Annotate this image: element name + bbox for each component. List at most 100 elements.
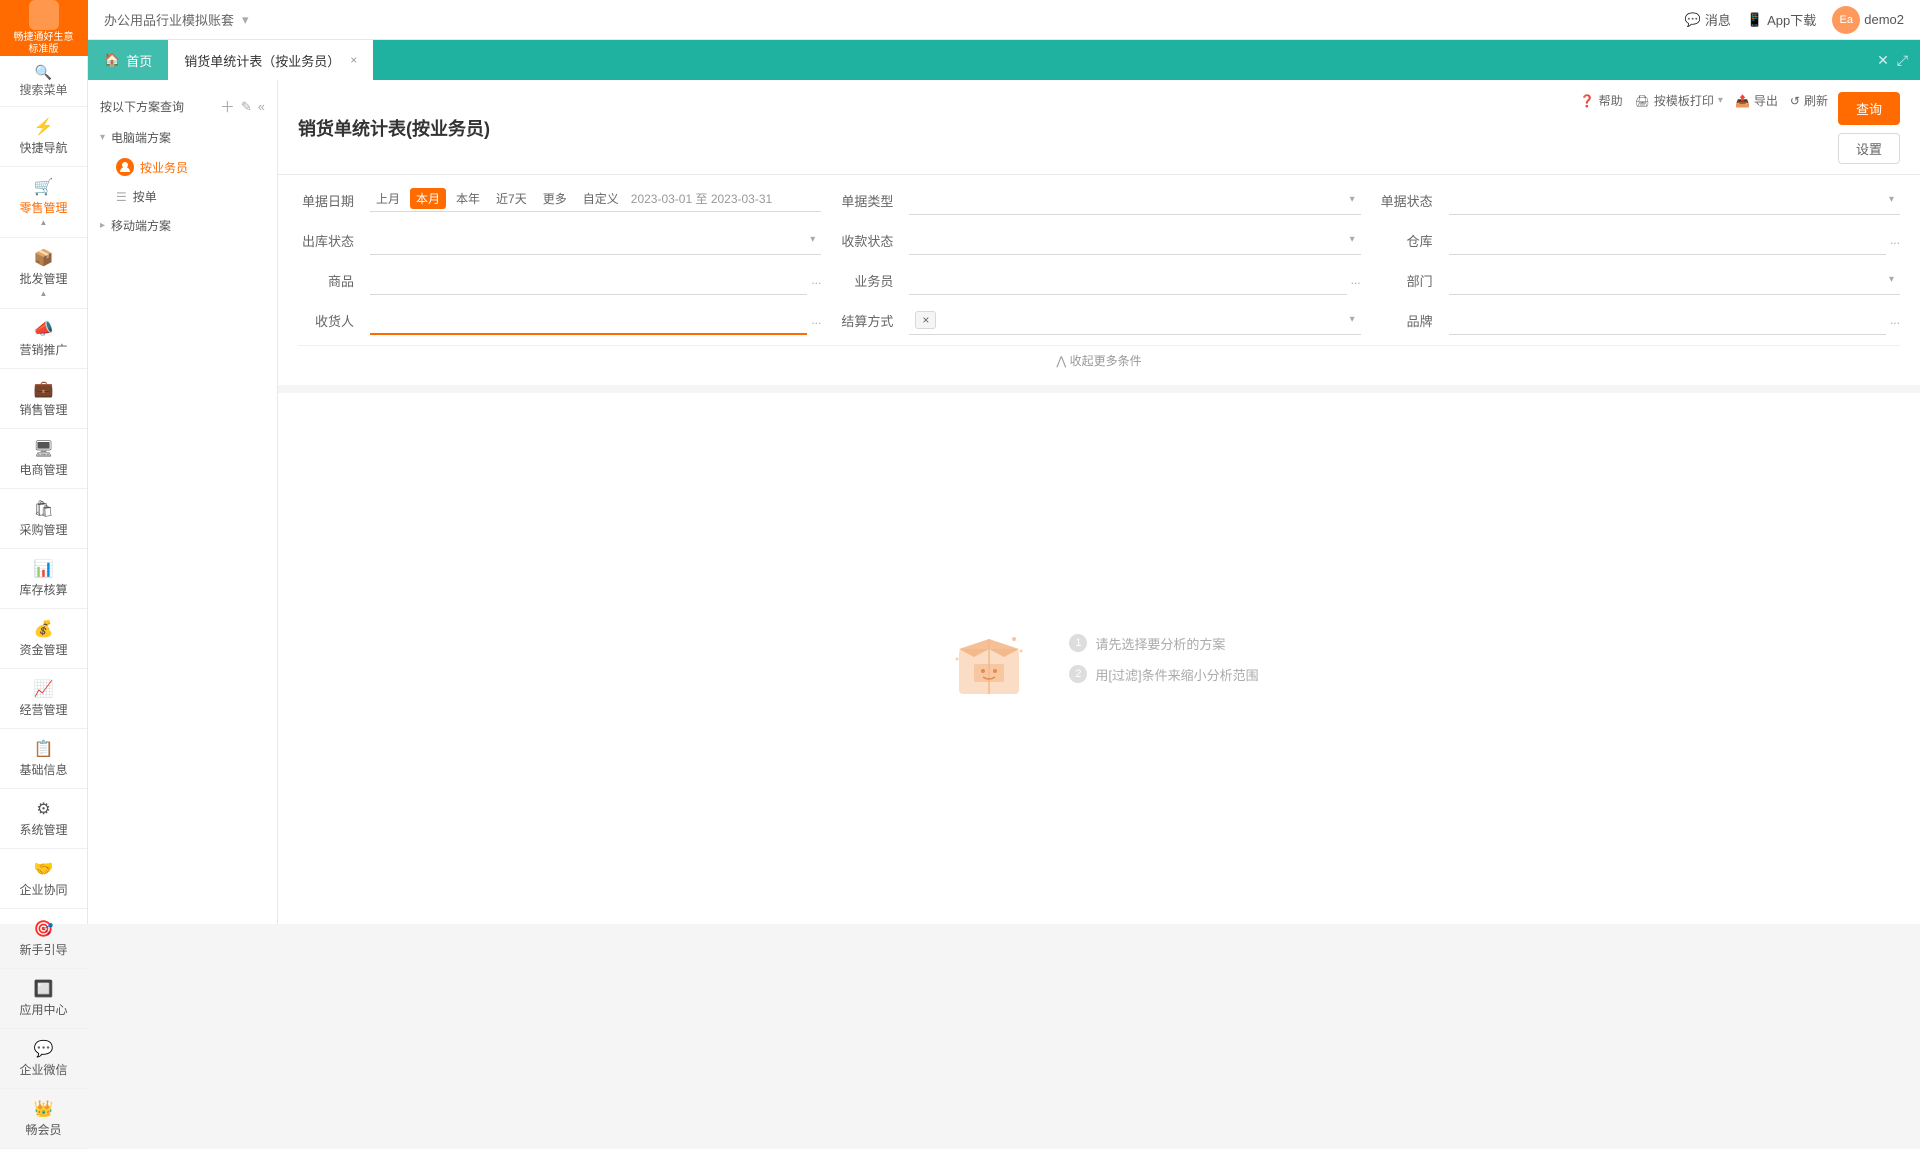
tree-by-staff-label: 按业务员 [140, 159, 188, 176]
content-area: 按以下方案查询 ＋ ✎ « ▾ 电脑端方案 按业务员 [88, 80, 1920, 924]
app-download-btn[interactable]: 📱 App下载 [1747, 10, 1816, 29]
date-tab-year[interactable]: 本年 [450, 188, 486, 209]
sidebar-item-ecommerce[interactable]: 🖥 电商管理 [0, 429, 87, 489]
page-header: 销货单统计表(按业务员) ❓ 帮助 🖨 按模板打印 ▾ [278, 80, 1920, 175]
goods-dots[interactable]: ... [807, 273, 821, 287]
goods-input[interactable] [370, 265, 807, 295]
left-panel-header: 按以下方案查询 ＋ ✎ « [88, 90, 277, 123]
help-icon: ❓ [1580, 94, 1595, 108]
sidebar-item-wechat[interactable]: 💬 企业微信 [0, 1029, 87, 1089]
setting-button[interactable]: 设置 [1838, 133, 1900, 164]
operation-icon: 📈 [34, 679, 54, 699]
empty-step-1: 1 请先选择要分析的方案 [1069, 634, 1258, 653]
receiver-dots[interactable]: ... [807, 313, 821, 327]
maximize-icon[interactable]: ⤢ [1897, 52, 1908, 69]
dept-label: 部门 [1377, 271, 1433, 290]
scheme-query-label: 按以下方案查询 [100, 98, 184, 115]
home-icon: 🏠 [104, 52, 120, 68]
type-select[interactable]: ▾ [909, 185, 1360, 215]
app-logo[interactable]: 畅捷通好生意 标准版 [0, 0, 88, 56]
stock-icon: 📊 [34, 559, 54, 579]
status-select[interactable]: ▾ [1449, 185, 1900, 215]
sidebar-item-sales[interactable]: 💼 销售管理 [0, 369, 87, 429]
staff-input[interactable] [909, 265, 1346, 295]
sidebar-item-purchase[interactable]: 🛍 采购管理 [0, 489, 87, 549]
date-tab-current-month[interactable]: 本月 [410, 188, 446, 209]
tree-by-staff[interactable]: 按业务员 [88, 152, 277, 182]
sidebar-item-marketing[interactable]: 📣 营销推广 [0, 309, 87, 369]
tab-close-btn[interactable]: × [350, 53, 357, 67]
sidebar-item-cooperation[interactable]: 🤝 企业协同 [0, 849, 87, 909]
staff-dots[interactable]: ... [1347, 273, 1361, 287]
collapse-bar[interactable]: ⋀ 收起更多条件 [298, 345, 1900, 375]
header-actions: 💬 消息 📱 App下载 Ea demo2 [1685, 6, 1904, 34]
sidebar-item-shortcut[interactable]: ⚡ 快捷导航 [0, 107, 87, 167]
brand-input[interactable] [1449, 305, 1886, 335]
tree-pc-parent[interactable]: ▾ 电脑端方案 [88, 123, 277, 152]
date-tabs: 上月 本月 本年 近7天 更多 自定义 [370, 188, 625, 209]
pay-arrow: ▾ [1350, 234, 1355, 245]
type-filter-cell: ▾ [909, 185, 1360, 215]
sidebar-item-stock[interactable]: 📊 库存核算 [0, 549, 87, 609]
close-window-icon[interactable]: ✕ [1877, 52, 1889, 69]
out-filter-cell: ▾ [370, 225, 821, 255]
date-tab-custom[interactable]: 自定义 [577, 188, 625, 209]
search-menu[interactable]: 🔍 搜索菜单 [0, 56, 87, 107]
sidebar-item-guide[interactable]: 🎯 新手引导 [0, 909, 87, 969]
brand-filter-cell: ... [1449, 305, 1900, 335]
staff-filter-cell: ... [909, 265, 1360, 295]
pay-select[interactable]: ▾ [909, 225, 1360, 255]
refresh-btn[interactable]: ↺ 刷新 [1790, 92, 1828, 109]
tab-home[interactable]: 🏠 首页 [88, 40, 168, 80]
collapse-panel-btn[interactable]: « [258, 99, 265, 114]
staff-badge [116, 158, 134, 176]
sidebar-item-operation[interactable]: 📈 经营管理 [0, 669, 87, 729]
sidebar-item-finance[interactable]: 💰 资金管理 [0, 609, 87, 669]
query-button[interactable]: 查询 [1838, 92, 1900, 125]
empty-text: 1 请先选择要分析的方案 2 用[过滤]条件来缩小分析范围 [1069, 634, 1258, 684]
type-label: 单据类型 [837, 191, 893, 210]
breadcrumb-arrow[interactable]: ▾ [242, 12, 249, 28]
guide-icon: 🎯 [34, 919, 54, 939]
payment-tag-x[interactable]: × [922, 313, 929, 327]
user-profile-btn[interactable]: Ea demo2 [1832, 6, 1904, 34]
sidebar-item-retail[interactable]: 🛒 零售管理 ▲ [0, 167, 87, 238]
pay-filter-cell: ▾ [909, 225, 1360, 255]
sidebar-item-apps[interactable]: 🔲 应用中心 [0, 969, 87, 1029]
dept-select[interactable]: ▾ [1449, 265, 1900, 295]
goods-filter-cell: ... [370, 265, 821, 295]
empty-icon-area [939, 609, 1039, 709]
download-icon: 📱 [1747, 12, 1763, 28]
empty-step-2: 2 用[过滤]条件来缩小分析范围 [1069, 665, 1258, 684]
status-arrow: ▾ [1889, 194, 1894, 205]
warehouse-dots[interactable]: ... [1886, 233, 1900, 247]
brand-label: 品牌 [1377, 311, 1433, 330]
tree-item-label: 电脑端方案 [111, 129, 171, 146]
edit-scheme-btn[interactable]: ✎ [241, 99, 252, 115]
message-btn[interactable]: 💬 消息 [1685, 10, 1731, 29]
date-range: 2023-03-01 至 2023-03-31 [631, 190, 772, 207]
add-scheme-btn[interactable]: ＋ [220, 96, 235, 117]
help-btn[interactable]: ❓ 帮助 [1580, 92, 1623, 109]
payment-tag: × [915, 311, 936, 329]
warehouse-input[interactable] [1449, 225, 1886, 255]
tree-by-order[interactable]: ☰ 按单 [88, 182, 277, 211]
dept-filter-cell: ▾ [1449, 265, 1900, 295]
query-setting-group: 查询 设置 [1838, 92, 1900, 164]
brand-dots[interactable]: ... [1886, 313, 1900, 327]
tab-active[interactable]: 销货单统计表（按业务员） × [168, 40, 373, 80]
sidebar-item-wholesale[interactable]: 📦 批发管理 ▲ [0, 238, 87, 309]
sidebar-item-basic[interactable]: 📋 基础信息 [0, 729, 87, 789]
sidebar-item-system[interactable]: ⚙ 系统管理 [0, 789, 87, 849]
out-select[interactable]: ▾ [370, 225, 821, 255]
receiver-input[interactable] [370, 305, 807, 335]
export-btn[interactable]: 📤 导出 [1735, 92, 1778, 109]
print-btn[interactable]: 🖨 按模板打印 ▾ [1635, 92, 1723, 109]
sidebar-item-member[interactable]: 👑 畅会员 [0, 1089, 87, 1149]
breadcrumb-text: 办公用品行业模拟账套 [104, 10, 234, 29]
date-tab-more[interactable]: 更多 [537, 188, 573, 209]
dept-arrow: ▾ [1889, 274, 1894, 285]
date-tab-7days[interactable]: 近7天 [490, 188, 533, 209]
tree-mobile-parent[interactable]: ▸ 移动端方案 [88, 211, 277, 240]
date-tab-prev-month[interactable]: 上月 [370, 188, 406, 209]
